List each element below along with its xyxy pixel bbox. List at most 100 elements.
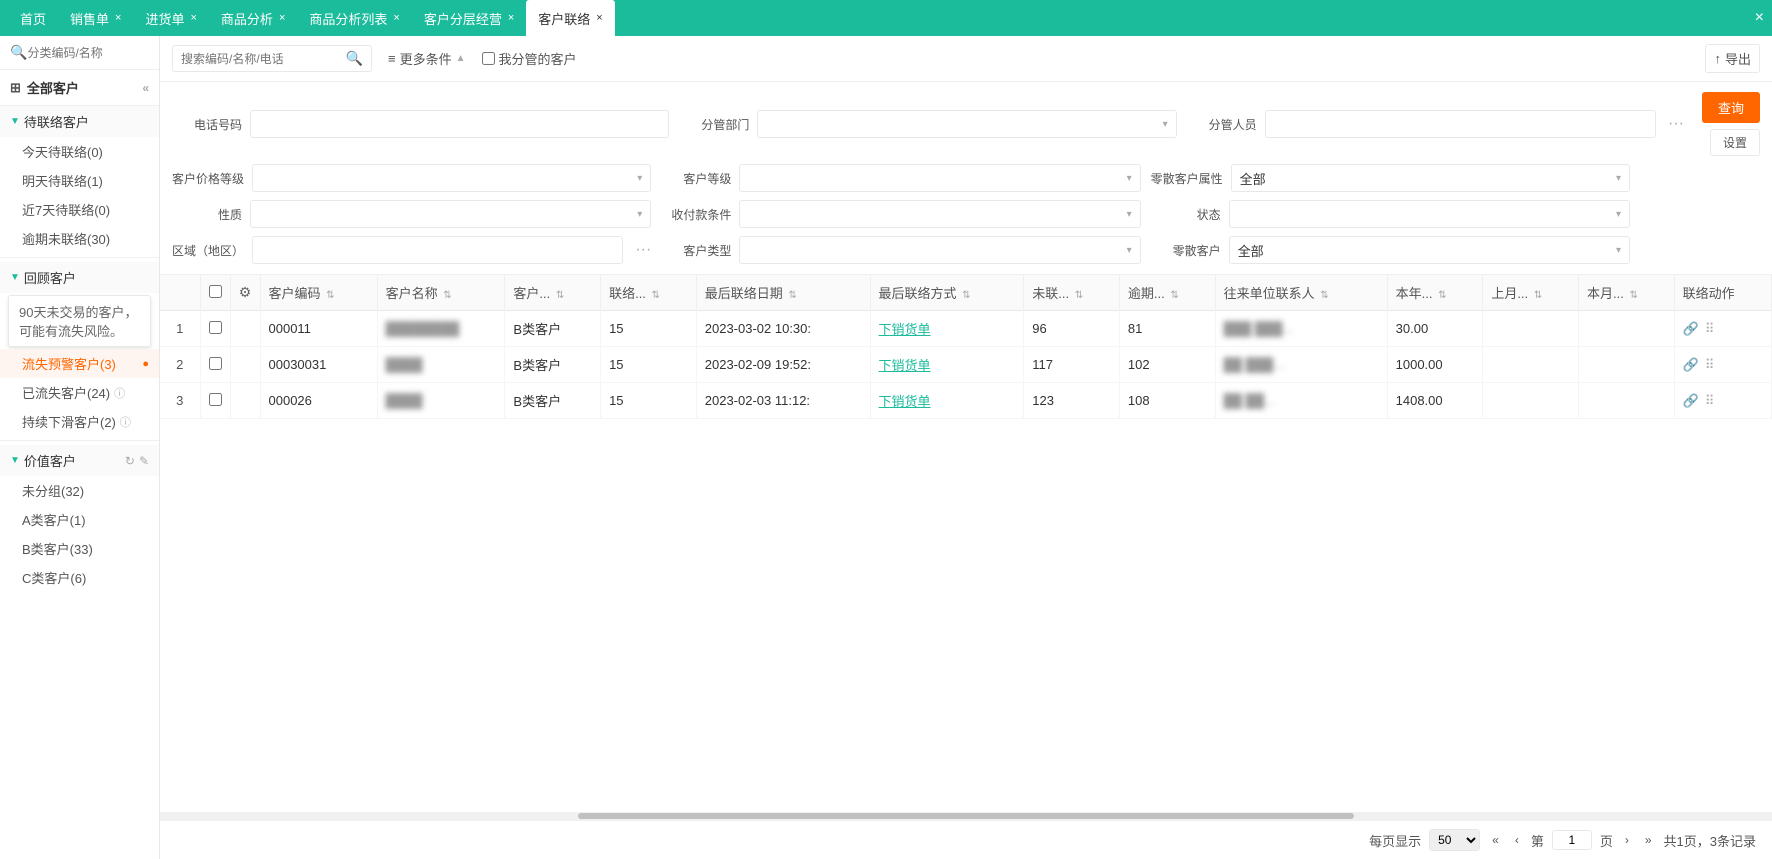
person-input[interactable] [1265, 110, 1656, 138]
sidebar-item-losing-risk[interactable]: 流失预警客户(3) ● [0, 349, 159, 378]
cell-last-way[interactable]: 下销货单 [870, 347, 1024, 383]
search-button[interactable]: 🔍 [346, 50, 363, 67]
action-menu-icon[interactable]: ⠿ [1705, 393, 1715, 409]
sidebar-item-today[interactable]: 今天待联络(0) [0, 137, 159, 166]
query-button[interactable]: 查询 [1702, 92, 1760, 123]
sidebar-item-7days[interactable]: 近7天待联络(0) [0, 195, 159, 224]
scroll-thumb[interactable] [578, 813, 1353, 819]
col-no [160, 275, 200, 311]
sidebar-item-lost[interactable]: 已流失客户(24) ⓘ [0, 378, 159, 407]
cell-action[interactable]: 🔗 ⠿ [1674, 347, 1771, 383]
cell-action[interactable]: 🔗 ⠿ [1674, 383, 1771, 419]
col-contacts[interactable]: 联络... ⇅ [601, 275, 697, 311]
page-number-input[interactable] [1552, 830, 1592, 850]
horizontal-scrollbar[interactable] [160, 812, 1772, 820]
arrow-icon-2: ▼ [10, 272, 20, 283]
more-filter-button[interactable]: ≡ 更多条件 ▲ [380, 45, 474, 72]
cust-type-select[interactable]: ▾ [739, 236, 1140, 264]
cell-last-way[interactable]: 下销货单 [870, 383, 1024, 419]
tab-customer-link[interactable]: 客户联络 × [526, 0, 614, 36]
col-code[interactable]: 客户编码 ⇅ [260, 275, 377, 311]
col-overdue[interactable]: 逾期... ⇅ [1119, 275, 1215, 311]
sidebar-item-tomorrow[interactable]: 明天待联络(1) [0, 166, 159, 195]
col-contact-person[interactable]: 往来单位联系人 ⇅ [1215, 275, 1387, 311]
close-tab-customer-mgmt[interactable]: × [508, 12, 514, 24]
scatter-attr-select[interactable]: 全部 ▾ [1231, 164, 1630, 192]
cell-last-way[interactable]: 下销货单 [870, 311, 1024, 347]
per-page-select[interactable]: 50 100 200 [1429, 829, 1480, 851]
sidebar-search-input[interactable] [27, 46, 160, 60]
region-input[interactable] [252, 236, 623, 264]
edit-icon[interactable]: ✎ [139, 454, 149, 468]
sidebar-item-overdue[interactable]: 逾期未联络(30) [0, 224, 159, 253]
tab-analysis[interactable]: 商品分析 × [209, 0, 297, 36]
col-type[interactable]: 客户... ⇅ [505, 275, 601, 311]
my-customers-checkbox[interactable] [482, 52, 495, 65]
col-name[interactable]: 客户名称 ⇅ [377, 275, 505, 311]
page-prev-button[interactable]: ‹ [1511, 831, 1523, 849]
col-last-date[interactable]: 最后联络日期 ⇅ [696, 275, 870, 311]
sidebar-divider-2 [0, 440, 159, 441]
col-this-month[interactable]: 本月... ⇅ [1578, 275, 1674, 311]
my-customers-checkbox-label[interactable]: 我分管的客户 [482, 49, 577, 68]
region-dots[interactable]: ··· [635, 241, 651, 259]
col-not-linked[interactable]: 未联... ⇅ [1024, 275, 1120, 311]
action-link-icon[interactable]: 🔗 [1683, 321, 1699, 337]
export-button[interactable]: ↑ 导出 [1705, 44, 1760, 73]
cell-action[interactable]: 🔗 ⠿ [1674, 311, 1771, 347]
phone-input[interactable] [250, 110, 669, 138]
action-link-icon[interactable]: 🔗 [1683, 357, 1699, 373]
close-tab-analysis[interactable]: × [279, 12, 285, 24]
search-input[interactable] [181, 52, 346, 66]
cell-not-linked: 96 [1024, 311, 1120, 347]
scatter-select[interactable]: 全部 ▾ [1229, 236, 1630, 264]
select-all-checkbox[interactable] [209, 285, 222, 298]
cell-checkbox[interactable] [200, 311, 230, 347]
action-link-icon[interactable]: 🔗 [1683, 393, 1699, 409]
action-menu-icon[interactable]: ⠿ [1705, 321, 1715, 337]
cell-checkbox[interactable] [200, 347, 230, 383]
col-settings-header[interactable]: ⚙ [230, 275, 260, 311]
col-checkbox-header[interactable] [200, 275, 230, 311]
settings-button[interactable]: 设置 [1710, 129, 1760, 156]
sort-icon-not-linked: ⇅ [1075, 290, 1083, 301]
close-tab-sales[interactable]: × [115, 12, 121, 24]
tab-analysis-list[interactable]: 商品分析列表 × [297, 0, 411, 36]
all-customers-button[interactable]: ⊞ 全部客户 « [0, 70, 159, 106]
dept-select[interactable]: ▾ [757, 110, 1176, 138]
payment-select[interactable]: ▾ [739, 200, 1140, 228]
sidebar-item-a-class[interactable]: A类客户(1) [0, 505, 159, 534]
close-all-button[interactable]: × [1755, 9, 1764, 27]
action-menu-icon[interactable]: ⠿ [1705, 357, 1715, 373]
page-next-button[interactable]: › [1621, 831, 1633, 849]
level-select[interactable]: ▾ [739, 164, 1140, 192]
cell-last-date: 2023-02-09 19:52: [696, 347, 870, 383]
tab-purchase[interactable]: 进货单 × [133, 0, 208, 36]
person-dots[interactable]: ··· [1668, 115, 1684, 133]
price-level-select[interactable]: ▾ [252, 164, 651, 192]
nature-select[interactable]: ▾ [250, 200, 651, 228]
page-last-button[interactable]: » [1641, 831, 1656, 849]
col-last-way[interactable]: 最后联络方式 ⇅ [870, 275, 1024, 311]
refresh-icon[interactable]: ↻ [125, 454, 135, 468]
nav-home[interactable]: 首页 [8, 9, 58, 28]
status-select[interactable]: ▾ [1229, 200, 1630, 228]
sidebar-item-ungroup[interactable]: 未分组(32) [0, 476, 159, 505]
table-settings-icon[interactable]: ⚙ [239, 284, 252, 300]
sidebar-section-value-header[interactable]: ▼ 价值客户 ↻ ✎ [0, 445, 159, 476]
sidebar-item-declining[interactable]: 持续下滑客户(2) ⓘ [0, 407, 159, 436]
tab-sales[interactable]: 销售单 × [58, 0, 133, 36]
sidebar-item-b-class[interactable]: B类客户(33) [0, 534, 159, 563]
sidebar-item-c-class[interactable]: C类客户(6) [0, 563, 159, 592]
col-this-year[interactable]: 本年... ⇅ [1387, 275, 1483, 311]
close-tab-customer-link[interactable]: × [596, 12, 602, 24]
sidebar-section-losing-header[interactable]: ▼ 回顾客户 [0, 262, 159, 293]
cell-checkbox[interactable] [200, 383, 230, 419]
tab-customer-mgmt[interactable]: 客户分层经营 × [412, 0, 526, 36]
close-tab-purchase[interactable]: × [190, 12, 196, 24]
price-level-chevron: ▾ [637, 173, 642, 184]
col-last-month[interactable]: 上月... ⇅ [1483, 275, 1579, 311]
close-tab-analysis-list[interactable]: × [393, 12, 399, 24]
sidebar-section-pending-header[interactable]: ▼ 待联络客户 [0, 106, 159, 137]
page-first-button[interactable]: « [1488, 831, 1503, 849]
